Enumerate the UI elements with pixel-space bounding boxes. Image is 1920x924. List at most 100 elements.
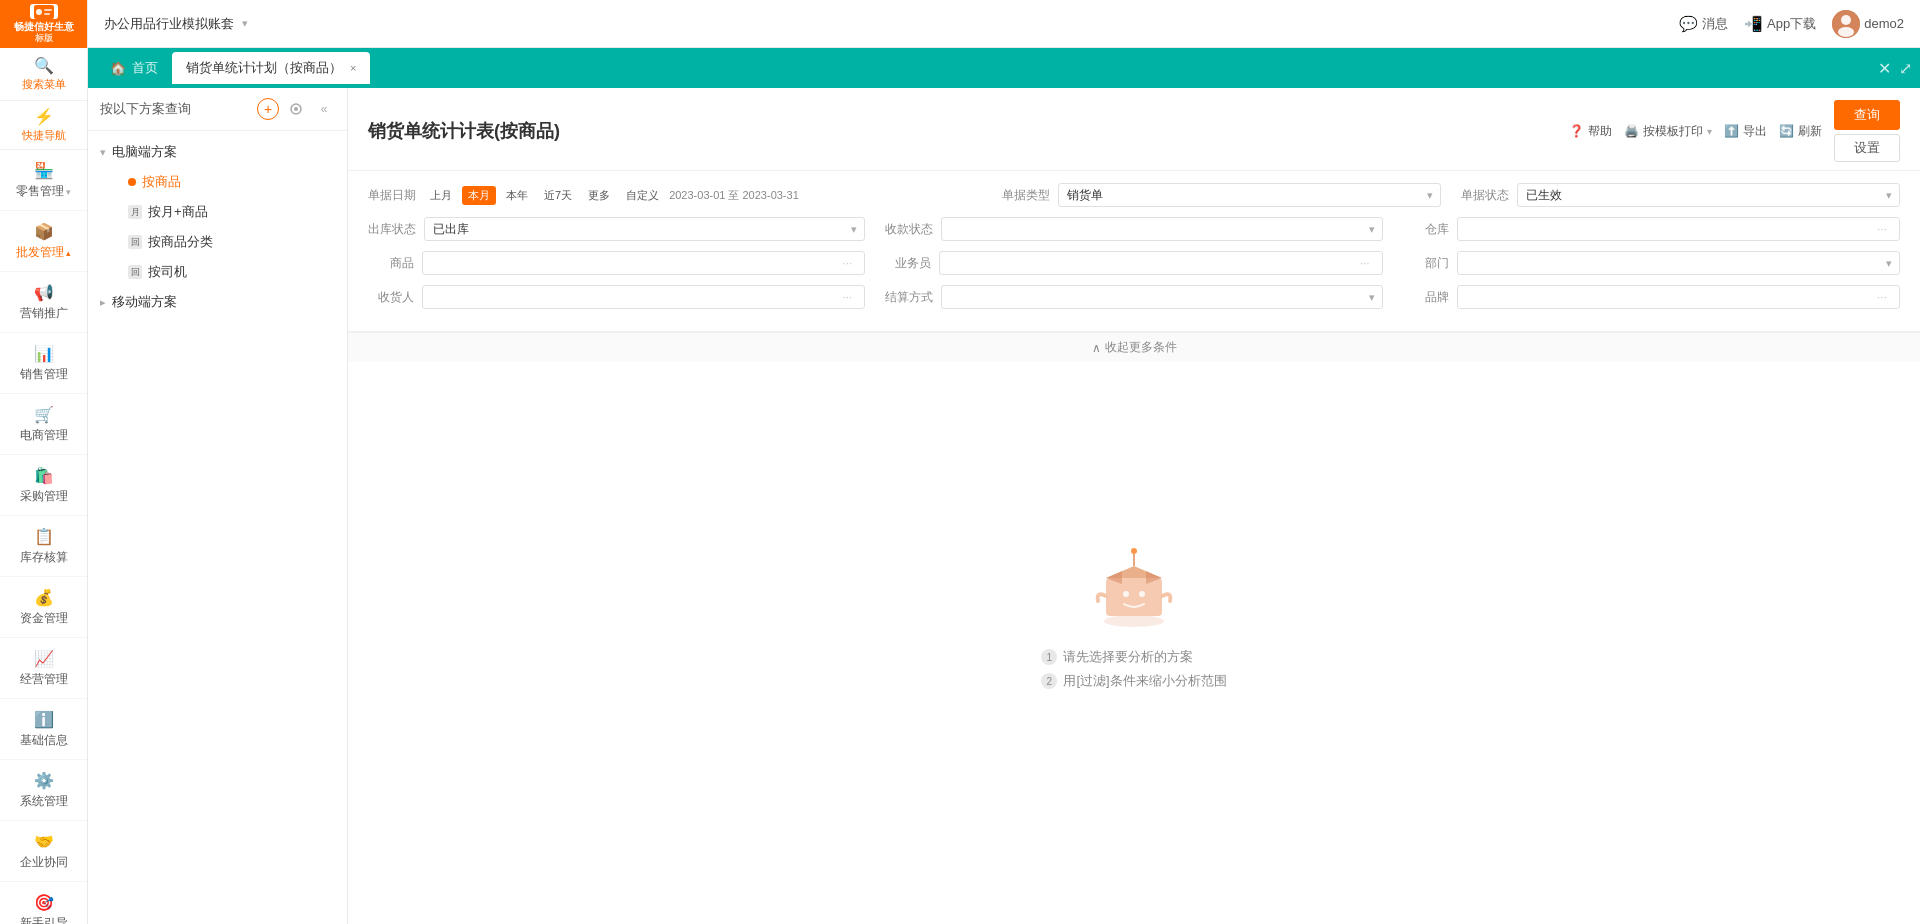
- sidebar-item-enterprise[interactable]: 🤝 企业协同: [0, 821, 87, 882]
- ecommerce-icon: 🛒: [34, 404, 54, 424]
- logo-text: 畅捷信好生意标版: [14, 21, 74, 44]
- receiver-input[interactable]: [431, 290, 838, 304]
- date-last-month[interactable]: 上月: [424, 186, 458, 205]
- field-warehouse: 仓库 ···: [1403, 217, 1900, 241]
- doc-type-select[interactable]: 销货单: [1058, 183, 1441, 207]
- user-profile-btn[interactable]: demo2: [1832, 10, 1904, 38]
- sidebar-item-marketing[interactable]: 📢 营销推广: [0, 272, 87, 333]
- export-btn[interactable]: ⬆️ 导出: [1724, 123, 1767, 140]
- date-last-7days[interactable]: 近7天: [538, 186, 578, 205]
- tab-home[interactable]: 🏠 首页: [96, 52, 172, 84]
- date-range-text: 2023-03-01 至 2023-03-31: [669, 188, 799, 203]
- empty-state: 1 请先选择要分析的方案 2 用[过滤]条件来缩小分析范围: [348, 362, 1920, 924]
- date-this-month[interactable]: 本月: [462, 186, 496, 205]
- tree-item-by-month-goods[interactable]: 月 按月+商品: [116, 197, 347, 227]
- tree-expand-icon: ▾: [100, 146, 106, 159]
- print-btn[interactable]: 🖨️ 按模板打印 ▾: [1624, 123, 1712, 140]
- print-dropdown-icon: ▾: [1707, 126, 1712, 137]
- maximize-btn[interactable]: ⤢: [1899, 59, 1912, 78]
- message-btn[interactable]: 💬 消息: [1679, 15, 1728, 33]
- receiver-ellipsis[interactable]: ···: [838, 290, 856, 304]
- salesperson-input[interactable]: [948, 256, 1355, 270]
- salesperson-ellipsis[interactable]: ···: [1356, 256, 1374, 270]
- tabbar: 🏠 首页 销货单统计计划（按商品） × ✕ ⤢: [88, 48, 1920, 88]
- tree-section-pc[interactable]: ▾ 电脑端方案: [88, 137, 347, 167]
- sidebar-search[interactable]: 🔍 搜索菜单: [0, 48, 87, 101]
- home-icon: 🏠: [110, 61, 126, 76]
- workspace-dropdown[interactable]: ▾: [242, 17, 248, 30]
- field-doc-status: 单据状态 已生效: [1461, 183, 1900, 207]
- sidebar-item-operations[interactable]: 📈 经营管理: [0, 638, 87, 699]
- query-action-btns: 查询 设置: [1834, 100, 1900, 162]
- out-status-select[interactable]: 已出库: [424, 217, 865, 241]
- filter-panel: 按以下方案查询 + « ▾ 电脑端方案: [88, 88, 348, 924]
- sidebar-item-finance[interactable]: 💰 资金管理: [0, 577, 87, 638]
- date-more[interactable]: 更多: [582, 186, 616, 205]
- sidebar-item-inventory[interactable]: 📋 库存核算: [0, 516, 87, 577]
- app-download-btn[interactable]: 📲 App下载: [1744, 15, 1816, 33]
- dept-select[interactable]: [1457, 251, 1900, 275]
- field-doc-type: 单据类型 销货单: [1002, 183, 1441, 207]
- date-this-year[interactable]: 本年: [500, 186, 534, 205]
- collapse-panel-btn[interactable]: «: [313, 98, 335, 120]
- filter-row-2: 出库状态 已出库 收款状态: [368, 217, 1900, 241]
- sidebar-nav-quick[interactable]: ⚡ 快捷导航: [0, 101, 87, 150]
- settlement-select[interactable]: [941, 285, 1382, 309]
- collapse-more-btn[interactable]: ∧ 收起更多条件: [348, 332, 1920, 362]
- tree-item-by-goods[interactable]: 按商品: [116, 167, 347, 197]
- field-doc-date: 单据日期 上月 本月 本年 近7天 更多 自定义 2023-03-01 至 20…: [368, 186, 982, 205]
- inventory-icon: 📋: [34, 526, 54, 546]
- brand-input[interactable]: [1466, 290, 1873, 304]
- date-quick-btns: 上月 本月 本年 近7天 更多 自定义: [424, 186, 665, 205]
- chevron-down-icon: ▾: [66, 187, 71, 197]
- warehouse-input[interactable]: [1466, 222, 1873, 236]
- goods-cat-icon: 回: [128, 235, 142, 249]
- payment-status-select-wrap: [941, 217, 1382, 241]
- filter-row-4: 收货人 ··· 结算方式: [368, 285, 1900, 309]
- sidebar-item-retail[interactable]: 🏪 零售管理 ▾: [0, 150, 87, 211]
- sidebar-item-sales[interactable]: 📊 销售管理: [0, 333, 87, 394]
- tree-item-by-driver[interactable]: 回 按司机: [116, 257, 347, 287]
- scheme-tree: ▾ 电脑端方案 按商品 月 按月+商品 回 按商品分类: [88, 131, 347, 323]
- edit-scheme-btn[interactable]: [285, 98, 307, 120]
- doc-status-label: 单据状态: [1461, 187, 1517, 204]
- tree-section-mobile[interactable]: ▸ 移动端方案: [88, 287, 347, 317]
- purchase-icon: 🛍️: [34, 465, 54, 485]
- topbar: 办公用品行业模拟账套 ▾ 💬 消息 📲 App下载 demo2: [88, 0, 1920, 48]
- tab-sales-stat[interactable]: 销货单统计计划（按商品） ×: [172, 52, 370, 84]
- tab-close-btn[interactable]: ×: [350, 62, 356, 74]
- svg-point-11: [1123, 591, 1129, 597]
- field-goods: 商品 ···: [368, 251, 865, 275]
- empty-tip-2: 2 用[过滤]条件来缩小分析范围: [1041, 672, 1226, 690]
- close-tab-btn[interactable]: ✕: [1878, 59, 1891, 78]
- query-btn[interactable]: 查询: [1834, 100, 1900, 130]
- payment-status-select[interactable]: [941, 217, 1382, 241]
- warehouse-ellipsis[interactable]: ···: [1873, 222, 1891, 236]
- query-header-actions: ❓ 帮助 🖨️ 按模板打印 ▾ ⬆️ 导出 🔄 刷新: [1569, 100, 1900, 162]
- goods-ellipsis[interactable]: ···: [838, 256, 856, 270]
- export-icon: ⬆️: [1724, 124, 1739, 138]
- help-btn[interactable]: ❓ 帮助: [1569, 123, 1612, 140]
- sidebar-item-guide[interactable]: 🎯 新手引导: [0, 882, 87, 924]
- tree-item-by-goods-cat[interactable]: 回 按商品分类: [116, 227, 347, 257]
- filter-form: 单据日期 上月 本月 本年 近7天 更多 自定义 2023-03-01 至 20…: [348, 171, 1920, 332]
- print-icon: 🖨️: [1624, 124, 1639, 138]
- sidebar-item-ecommerce[interactable]: 🛒 电商管理: [0, 394, 87, 455]
- filter-panel-header-actions: + «: [257, 98, 335, 120]
- goods-input[interactable]: [431, 256, 838, 270]
- month-icon: 月: [128, 205, 142, 219]
- sidebar-item-purchase[interactable]: 🛍️ 采购管理: [0, 455, 87, 516]
- date-custom[interactable]: 自定义: [620, 186, 665, 205]
- sidebar-item-wholesale[interactable]: 📦 批发管理 ▴: [0, 211, 87, 272]
- chevron-up-icon: ▴: [66, 248, 71, 258]
- svg-rect-3: [44, 13, 50, 15]
- svg-point-1: [36, 9, 42, 15]
- add-scheme-btn[interactable]: +: [257, 98, 279, 120]
- refresh-btn[interactable]: 🔄 刷新: [1779, 123, 1822, 140]
- settings-btn[interactable]: 设置: [1834, 134, 1900, 162]
- sidebar-item-basic[interactable]: ℹ️ 基础信息: [0, 699, 87, 760]
- brand-ellipsis[interactable]: ···: [1873, 290, 1891, 304]
- doc-status-select[interactable]: 已生效: [1517, 183, 1900, 207]
- sidebar-item-system[interactable]: ⚙️ 系统管理: [0, 760, 87, 821]
- out-status-select-wrap: 已出库: [424, 217, 865, 241]
